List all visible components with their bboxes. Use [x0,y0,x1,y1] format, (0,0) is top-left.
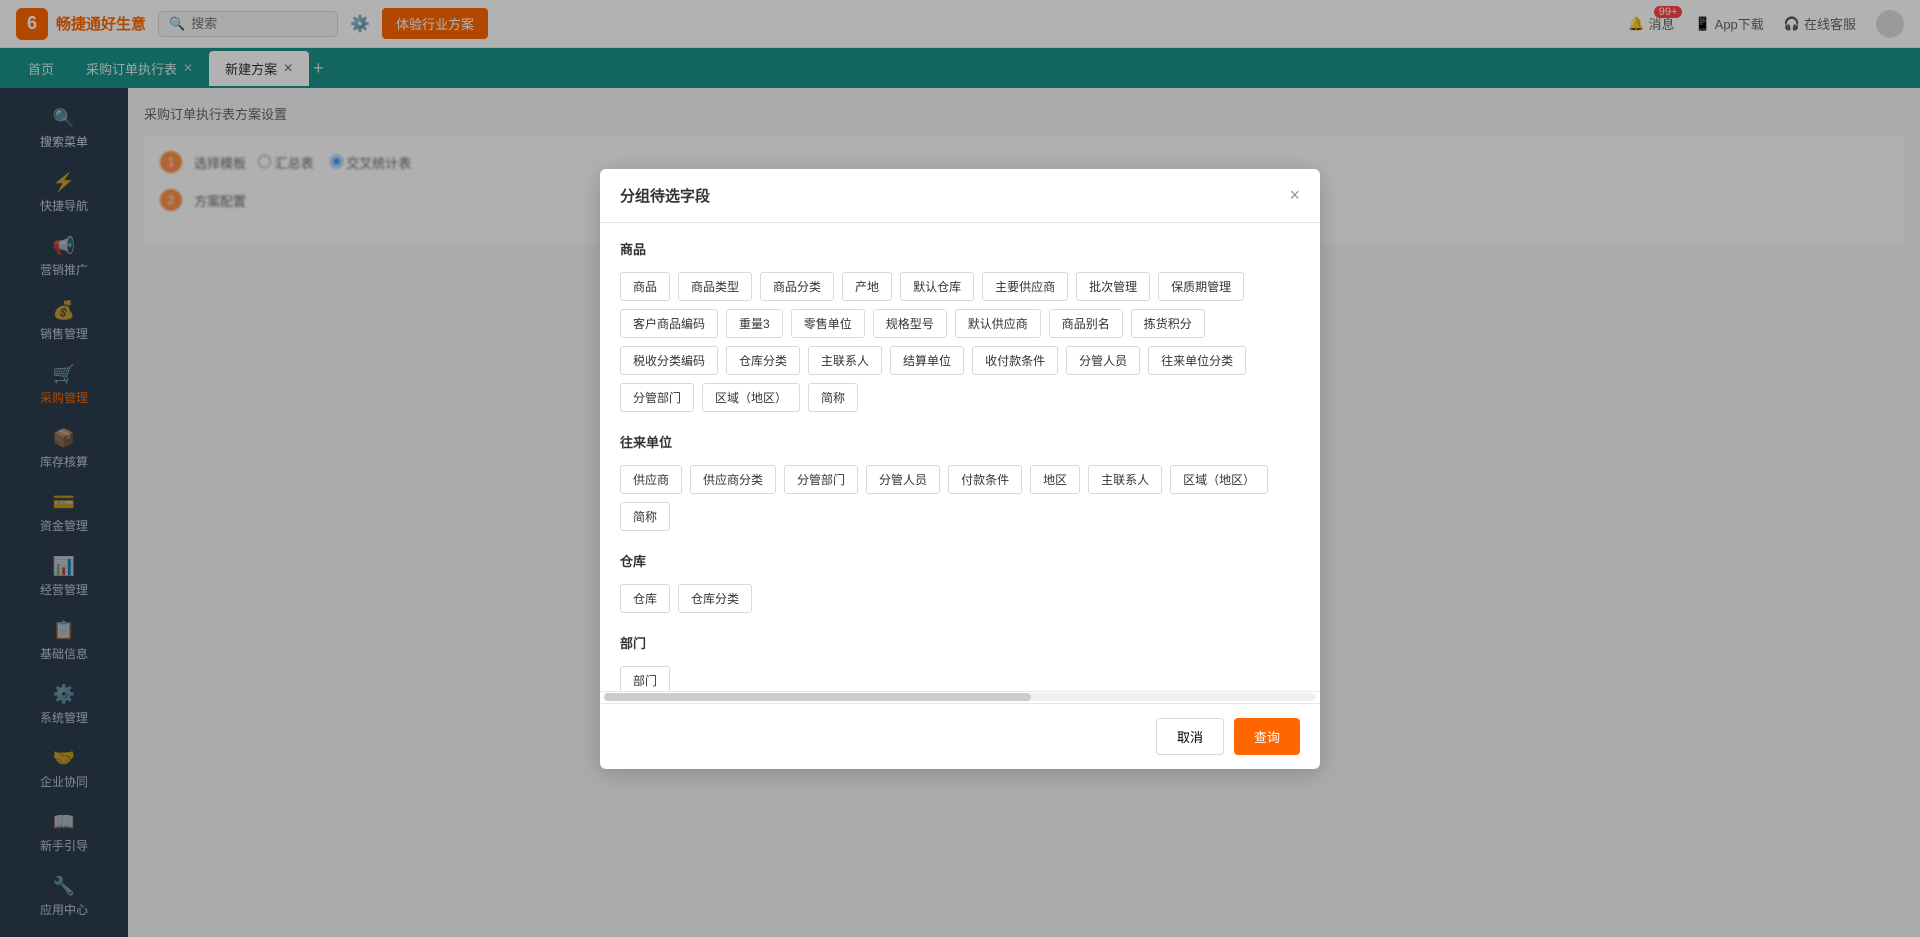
field-tag[interactable]: 产地 [842,272,892,301]
modal-overlay: 分组待选字段 × 商品 商品 商品类型 商品分类 产地 默认仓库 主要供应商 批… [0,0,1920,937]
field-tag[interactable]: 批次管理 [1076,272,1150,301]
field-tag[interactable]: 区域（地区） [702,383,800,412]
goods-field-tags: 商品 商品类型 商品分类 产地 默认仓库 主要供应商 批次管理 保质期管理 客户… [620,272,1300,412]
field-tag[interactable]: 供应商 [620,465,682,494]
modal-horizontal-scrollbar[interactable] [600,691,1320,703]
field-tag[interactable]: 客户商品编码 [620,309,718,338]
field-tag[interactable]: 分管人员 [1066,346,1140,375]
field-tag[interactable]: 往来单位分类 [1148,346,1246,375]
h-scrollbar-thumb[interactable] [604,693,1031,701]
field-tag[interactable]: 区域（地区） [1170,465,1268,494]
department-field-tags: 部门 [620,666,1300,691]
h-scrollbar-track [604,693,1316,701]
field-tag[interactable]: 商品别名 [1049,309,1123,338]
field-tag[interactable]: 付款条件 [948,465,1022,494]
field-tag[interactable]: 简称 [808,383,858,412]
field-tag[interactable]: 商品类型 [678,272,752,301]
field-tag[interactable]: 主联系人 [808,346,882,375]
field-tag[interactable]: 分管部门 [620,383,694,412]
field-tag[interactable]: 默认仓库 [900,272,974,301]
field-tag[interactable]: 仓库 [620,584,670,613]
modal-header: 分组待选字段 × [600,169,1320,223]
modal-body: 商品 商品 商品类型 商品分类 产地 默认仓库 主要供应商 批次管理 保质期管理… [600,223,1320,691]
modal-close-button[interactable]: × [1289,185,1300,206]
field-tag[interactable]: 仓库分类 [726,346,800,375]
section-goods-title: 商品 [620,239,1300,262]
field-tag[interactable]: 分管部门 [784,465,858,494]
section-department-title: 部门 [620,633,1300,656]
field-tag[interactable]: 供应商分类 [690,465,776,494]
section-partner: 往来单位 供应商 供应商分类 分管部门 分管人员 付款条件 地区 主联系人 区域… [620,432,1300,531]
field-tag[interactable]: 税收分类编码 [620,346,718,375]
section-warehouse-title: 仓库 [620,551,1300,574]
field-tag[interactable]: 简称 [620,502,670,531]
confirm-button[interactable]: 查询 [1234,718,1300,755]
field-tag[interactable]: 仓库分类 [678,584,752,613]
field-tag[interactable]: 分管人员 [866,465,940,494]
warehouse-field-tags: 仓库 仓库分类 [620,584,1300,613]
field-tag[interactable]: 收付款条件 [972,346,1058,375]
field-tag[interactable]: 拣货积分 [1131,309,1205,338]
modal-title: 分组待选字段 [620,185,710,206]
field-tag[interactable]: 保质期管理 [1158,272,1244,301]
field-tag[interactable]: 零售单位 [791,309,865,338]
section-department: 部门 部门 [620,633,1300,691]
field-tag[interactable]: 主要供应商 [982,272,1068,301]
partner-field-tags: 供应商 供应商分类 分管部门 分管人员 付款条件 地区 主联系人 区域（地区） … [620,465,1300,531]
modal: 分组待选字段 × 商品 商品 商品类型 商品分类 产地 默认仓库 主要供应商 批… [600,169,1320,769]
modal-footer: 取消 查询 [600,703,1320,769]
section-warehouse: 仓库 仓库 仓库分类 [620,551,1300,613]
field-tag[interactable]: 重量3 [726,309,783,338]
cancel-button[interactable]: 取消 [1156,718,1224,755]
field-tag[interactable]: 商品分类 [760,272,834,301]
field-tag[interactable]: 地区 [1030,465,1080,494]
field-tag[interactable]: 默认供应商 [955,309,1041,338]
section-partner-title: 往来单位 [620,432,1300,455]
field-tag[interactable]: 结算单位 [890,346,964,375]
field-tag[interactable]: 部门 [620,666,670,691]
field-tag[interactable]: 规格型号 [873,309,947,338]
field-tag[interactable]: 主联系人 [1088,465,1162,494]
field-tag[interactable]: 商品 [620,272,670,301]
section-goods: 商品 商品 商品类型 商品分类 产地 默认仓库 主要供应商 批次管理 保质期管理… [620,239,1300,412]
